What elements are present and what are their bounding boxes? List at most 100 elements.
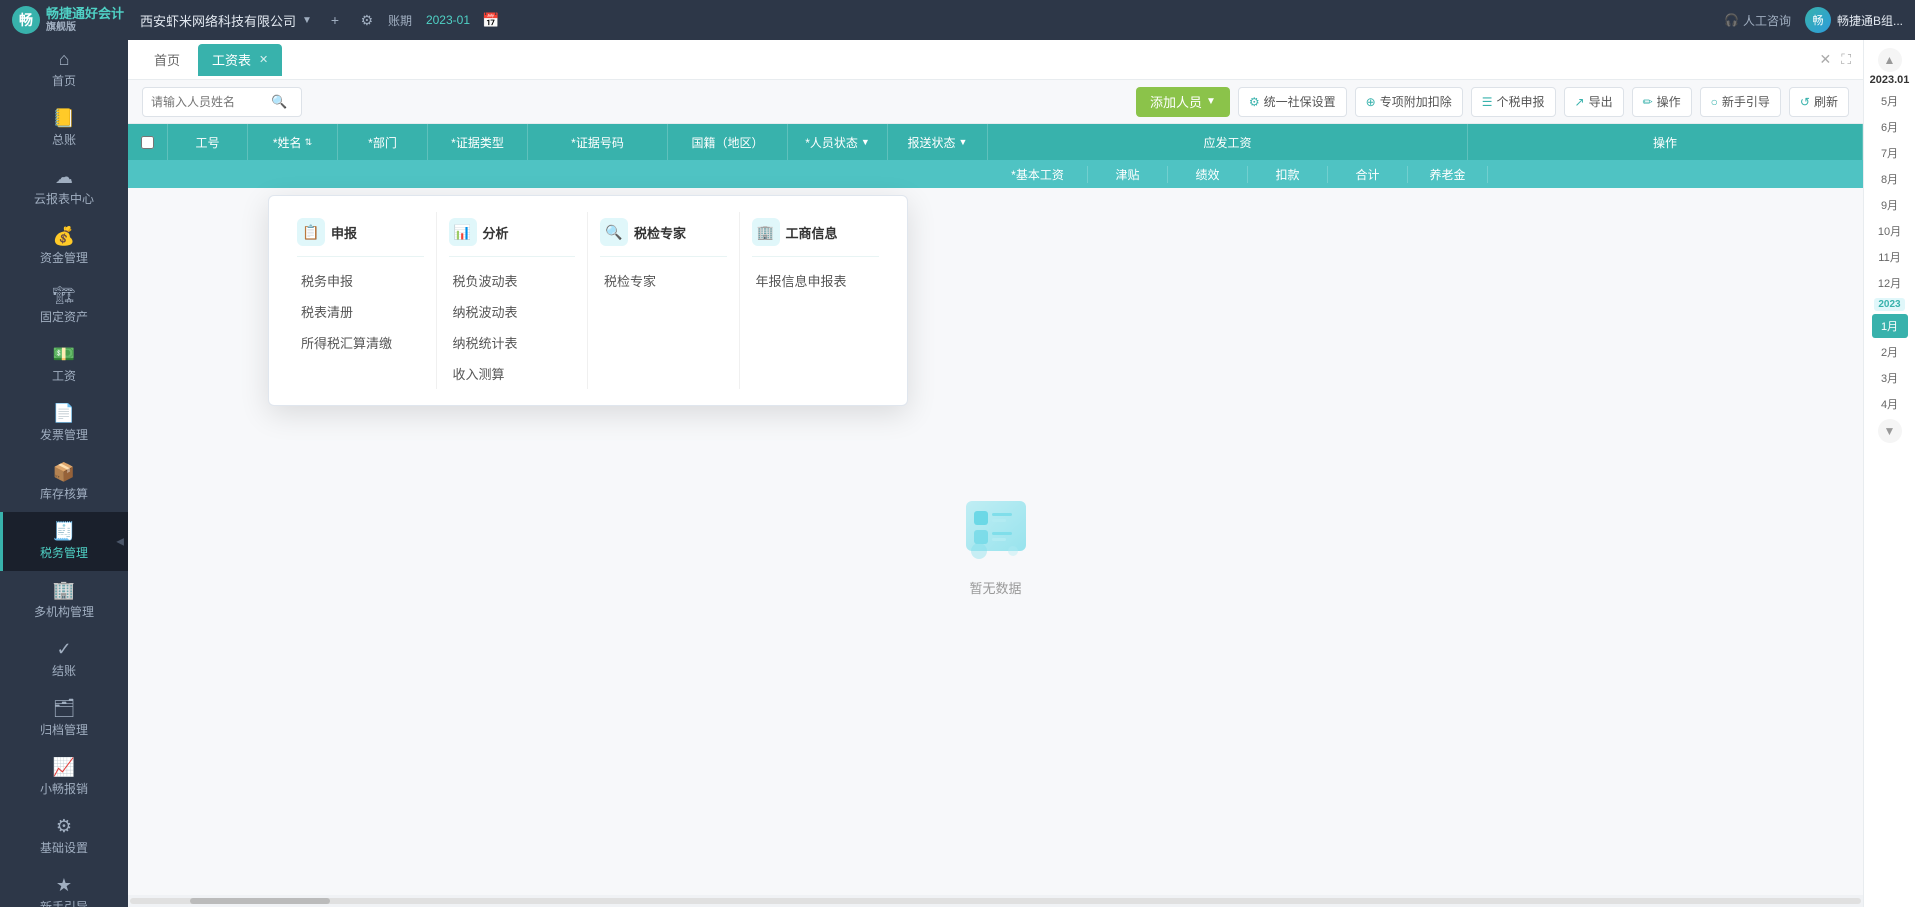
app-version: 旗舰版 [46, 22, 124, 34]
toolbar-btn-personal-tax[interactable]: ☰个税申报 [1471, 87, 1556, 117]
user-info[interactable]: 畅 畅捷通B组... [1805, 7, 1903, 33]
timeline-month-1[interactable]: 1月 [1872, 314, 1908, 338]
sidebar-item-salary[interactable]: 💵 工资 [0, 335, 128, 394]
refresh-icon: ↺ [1800, 95, 1810, 109]
tab-close-salary[interactable]: ✕ [259, 53, 268, 66]
timeline-down-icon[interactable]: ▼ [1878, 419, 1902, 443]
close-icon[interactable]: ✕ [1819, 51, 1831, 68]
popup-item-fenxi-1[interactable]: 纳税波动表 [449, 296, 576, 327]
toolbar-btn-special-deduction[interactable]: ⊕专项附加扣除 [1355, 87, 1463, 117]
th-id_no: *证据号码 [528, 124, 668, 160]
sidebar-label-home: 首页 [52, 72, 76, 89]
toolbar-btn-label-refresh: 刷新 [1814, 93, 1838, 110]
sidebar-item-settings[interactable]: ⚙ 基础设置 [0, 807, 128, 866]
sidebar-item-fund[interactable]: 💰 资金管理 [0, 217, 128, 276]
th-checkbox[interactable] [128, 124, 168, 160]
timeline-up-icon[interactable]: ▲ [1878, 48, 1902, 72]
th-sub-total: 合计 [1328, 166, 1408, 183]
timeline-month-8[interactable]: 8月 [1872, 167, 1908, 191]
sidebar-label-tax: 税务管理 [40, 544, 88, 561]
add-person-button[interactable]: 添加人员▼ [1136, 87, 1230, 117]
popup-item-fenxi-2[interactable]: 纳税统计表 [449, 327, 576, 358]
timeline-month-4[interactable]: 4月 [1872, 392, 1908, 416]
calendar-icon[interactable]: 📅 [480, 9, 502, 31]
chevron-down-icon: ▼ [302, 15, 312, 26]
search-input[interactable] [151, 95, 271, 109]
timeline-month-11[interactable]: 11月 [1872, 245, 1908, 269]
shenb-icon: 📋 [297, 218, 325, 246]
popup-item-tax_expert-0[interactable]: 税检专家 [600, 265, 727, 296]
popup-header-fenxi: 📊 分析 [449, 212, 576, 257]
filter-icon-report_status[interactable]: ▼ [959, 137, 968, 147]
sidebar-item-settlement[interactable]: ✓ 结账 [0, 630, 128, 689]
toolbar-right: 添加人员▼ ⚙统一社保设置 ⊕专项附加扣除 ☰个税申报 ↗导出 ✏操作 ○新手引导 ↺ 刷新 [1136, 87, 1849, 117]
invoice-icon: 📄 [53, 404, 75, 422]
th-id: 工号 [168, 124, 248, 160]
bottom-scrollbar[interactable] [128, 895, 1863, 907]
sidebar-item-invoice[interactable]: 📄 发票管理 [0, 394, 128, 453]
sidebar-item-cloud-report[interactable]: ☁ 云报表中心 [0, 158, 128, 217]
popup-item-shenb-0[interactable]: 税务申报 [297, 265, 424, 296]
sidebar-item-asset[interactable]: 🏗 固定资产 [0, 276, 128, 335]
service-button[interactable]: 🎧 人工咨询 [1724, 12, 1791, 29]
sidebar-item-newbie[interactable]: ★ 新手引导 [0, 866, 128, 907]
filter-icon-status[interactable]: ▼ [861, 137, 870, 147]
scroll-thumb[interactable] [190, 898, 330, 904]
empty-icon [956, 486, 1036, 566]
th-domicile: 国籍（地区） [668, 124, 788, 160]
popup-header-business_info: 🏢 工商信息 [752, 212, 880, 257]
timeline-month-10[interactable]: 10月 [1872, 219, 1908, 243]
settings-icon[interactable]: ⚙ [356, 9, 378, 31]
sidebar-item-tax[interactable]: 🧾 税务管理 ◀ [0, 512, 128, 571]
popup-title-fenxi: 分析 [483, 223, 509, 242]
sidebar: ⌂ 首页 📒 总账 ☁ 云报表中心 💰 资金管理 🏗 固定资产 💵 工资 📄 发… [0, 40, 128, 907]
timeline-month-2[interactable]: 2月 [1872, 340, 1908, 364]
period-label: 账期 [388, 12, 412, 29]
search-icon: 🔍 [271, 94, 287, 110]
timeline-month-6[interactable]: 6月 [1872, 115, 1908, 139]
settings-icon: ⚙ [56, 817, 72, 835]
empty-text: 暂无数据 [969, 578, 1021, 597]
timeline-month-7[interactable]: 7月 [1872, 141, 1908, 165]
add-icon[interactable]: + [324, 9, 346, 31]
popup-dropdown: 📋 申报 税务申报税表清册所得税汇算清缴 📊 分析 税负波动表纳税波动表纳税统计… [268, 195, 908, 406]
table-header-area: 工号*姓名⇅*部门*证据类型*证据号码国籍（地区）*人员状态▼报送状态▼应发工资… [128, 124, 1863, 188]
sidebar-item-multi-org[interactable]: 🏢 多机构管理 [0, 571, 128, 630]
chevron-right-icon: ◀ [116, 536, 124, 547]
company-selector[interactable]: 西安虾米网络科技有限公司 ▼ [140, 11, 312, 30]
user-name: 畅捷通B组... [1837, 12, 1903, 29]
ledger-icon: 📒 [53, 109, 75, 127]
guide-icon: ○ [1711, 95, 1718, 109]
toolbar-btn-guide[interactable]: ○新手引导 [1700, 87, 1781, 117]
sidebar-label-archive: 归档管理 [40, 721, 88, 738]
select-all-checkbox[interactable] [141, 136, 154, 149]
sidebar-item-report-sales[interactable]: 📈 小畅报销 [0, 748, 128, 807]
tab-salary[interactable]: 工资表✕ [198, 44, 282, 76]
timeline-month-3[interactable]: 3月 [1872, 366, 1908, 390]
timeline-month-5[interactable]: 5月 [1872, 89, 1908, 113]
th-sub-base_wage: *基本工资 [988, 166, 1088, 183]
content-area: 首页工资表✕ ✕ ⛶ 🔍 添加人员▼ ⚙统一社保设置 ⊕专项附加扣除 ☰个税申报 ↗导出… [128, 40, 1863, 907]
tab-home[interactable]: 首页 [140, 44, 194, 76]
sidebar-item-home[interactable]: ⌂ 首页 [0, 40, 128, 99]
toolbar-btn-operation[interactable]: ✏操作 [1632, 87, 1692, 117]
sort-icon-name[interactable]: ⇅ [305, 137, 313, 148]
sidebar-item-ledger[interactable]: 📒 总账 [0, 99, 128, 158]
toolbar-btn-export[interactable]: ↗导出 [1564, 87, 1624, 117]
maximize-icon[interactable]: ⛶ [1841, 51, 1851, 68]
timeline-month-12[interactable]: 12月 [1872, 271, 1908, 295]
table-header-row1: 工号*姓名⇅*部门*证据类型*证据号码国籍（地区）*人员状态▼报送状态▼应发工资… [128, 124, 1863, 160]
popup-item-fenxi-0[interactable]: 税负波动表 [449, 265, 576, 296]
toolbar-btn-social-insurance[interactable]: ⚙统一社保设置 [1238, 87, 1347, 117]
popup-item-shenb-2[interactable]: 所得税汇算清缴 [297, 327, 424, 358]
sidebar-item-archive[interactable]: 🗂 归档管理 [0, 689, 128, 748]
toolbar-btn-label-special-deduction: 专项附加扣除 [1380, 93, 1452, 110]
popup-item-shenb-1[interactable]: 税表清册 [297, 296, 424, 327]
tax-icon: 🧾 [53, 522, 75, 540]
timeline-month-9[interactable]: 9月 [1872, 193, 1908, 217]
popup-item-business_info-0[interactable]: 年报信息申报表 [752, 265, 880, 296]
timeline-header: 2023.01 [1870, 74, 1910, 86]
toolbar-btn-refresh[interactable]: ↺ 刷新 [1789, 87, 1849, 117]
popup-item-fenxi-3[interactable]: 收入测算 [449, 358, 576, 389]
sidebar-item-inventory[interactable]: 📦 库存核算 [0, 453, 128, 512]
